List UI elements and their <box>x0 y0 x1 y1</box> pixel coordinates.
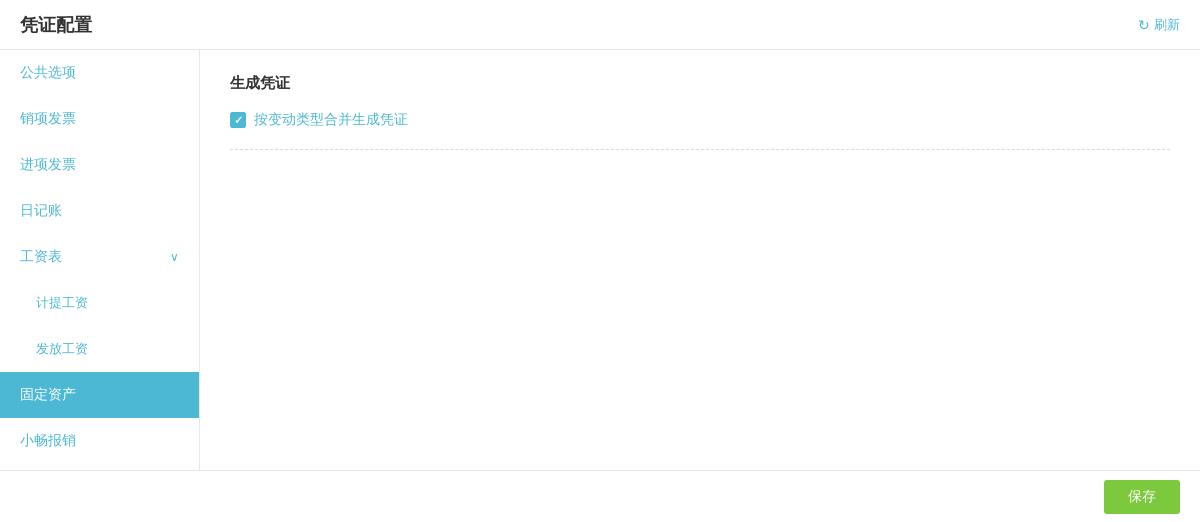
sidebar-label-payroll: 工资表 <box>20 248 62 266</box>
sidebar-item-expense-report[interactable]: 小畅报销 <box>0 418 199 464</box>
sidebar-item-fixed-assets[interactable]: 固定资产 <box>0 372 199 418</box>
sidebar-item-journal[interactable]: 日记账 <box>0 188 199 234</box>
footer: 保存 <box>0 470 1200 522</box>
sidebar-label-public-options: 公共选项 <box>20 64 76 82</box>
merge-by-type-label: 按变动类型合并生成凭证 <box>254 111 408 129</box>
sidebar-label-fixed-assets: 固定资产 <box>20 386 76 404</box>
checkbox-row: 按变动类型合并生成凭证 <box>230 111 1170 129</box>
page-title: 凭证配置 <box>20 13 92 37</box>
sidebar-item-purchase-invoice[interactable]: 进项发票 <box>0 142 199 188</box>
section-divider <box>230 149 1170 150</box>
sidebar-label-expense-report: 小畅报销 <box>20 432 76 450</box>
sidebar-item-sales-invoice[interactable]: 销项发票 <box>0 96 199 142</box>
sidebar: 公共选项 销项发票 进项发票 日记账 工资表 ∨ 计提工资 发放工资 固定资 <box>0 50 200 470</box>
header: 凭证配置 ↻ 刷新 <box>0 0 1200 50</box>
section-title: 生成凭证 <box>230 74 1170 93</box>
sidebar-item-payroll-provision[interactable]: 计提工资 <box>0 280 199 326</box>
sidebar-label-payroll-distribution: 发放工资 <box>36 340 88 358</box>
merge-by-type-checkbox[interactable] <box>230 112 246 128</box>
sidebar-item-public-options[interactable]: 公共选项 <box>0 50 199 96</box>
sidebar-label-purchase-invoice: 进项发票 <box>20 156 76 174</box>
sidebar-item-payroll[interactable]: 工资表 ∨ <box>0 234 199 280</box>
main-content: 生成凭证 按变动类型合并生成凭证 <box>200 50 1200 470</box>
sidebar-label-payroll-provision: 计提工资 <box>36 294 88 312</box>
sidebar-label-sales-invoice: 销项发票 <box>20 110 76 128</box>
content-area: 公共选项 销项发票 进项发票 日记账 工资表 ∨ 计提工资 发放工资 固定资 <box>0 50 1200 470</box>
refresh-icon: ↻ <box>1138 17 1150 33</box>
chevron-down-icon: ∨ <box>170 250 179 264</box>
sidebar-label-journal: 日记账 <box>20 202 62 220</box>
refresh-label: 刷新 <box>1154 16 1180 34</box>
save-button[interactable]: 保存 <box>1104 480 1180 514</box>
refresh-button[interactable]: ↻ 刷新 <box>1138 16 1180 34</box>
sidebar-item-payroll-distribution[interactable]: 发放工资 <box>0 326 199 372</box>
page-container: 凭证配置 ↻ 刷新 公共选项 销项发票 进项发票 日记账 工资表 ∨ <box>0 0 1200 522</box>
